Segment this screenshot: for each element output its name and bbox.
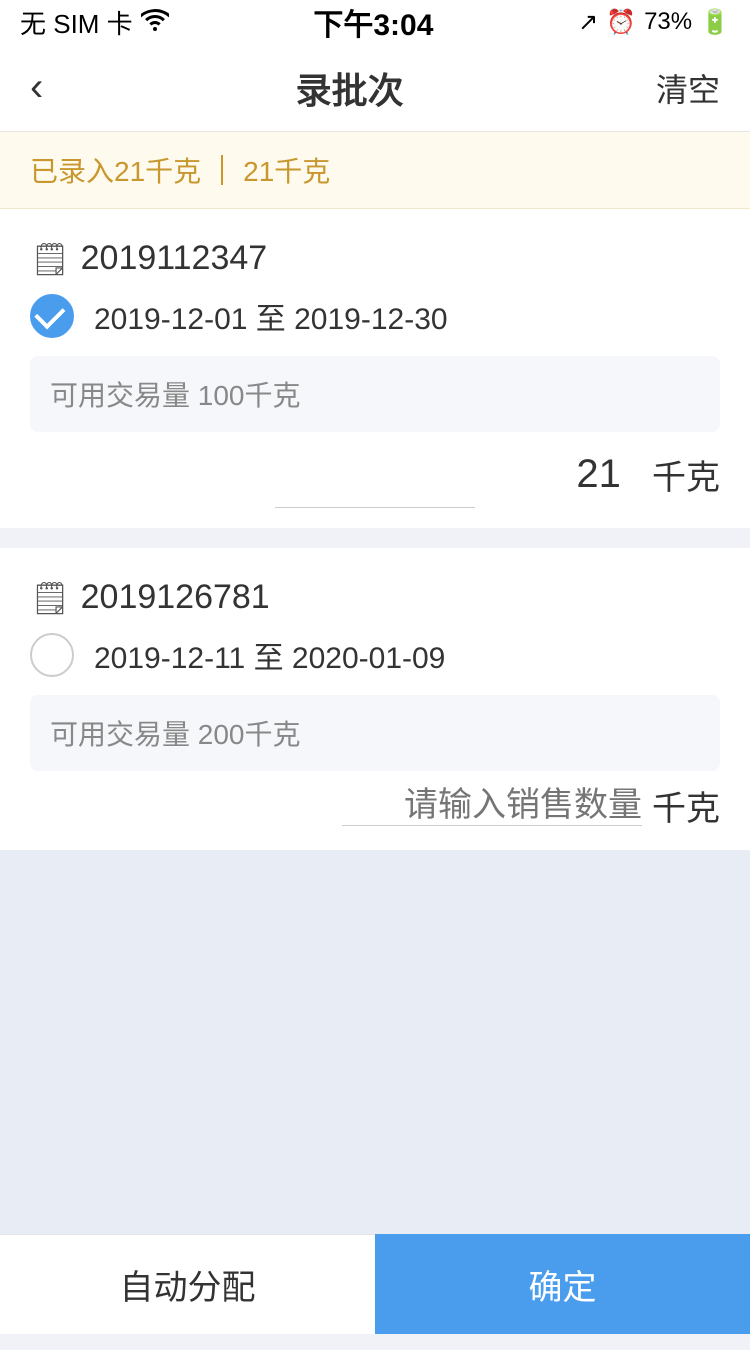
wifi-icon bbox=[141, 7, 169, 38]
alarm-icon: ⏰ bbox=[606, 8, 636, 37]
batch-1-unit: 千克 bbox=[652, 450, 720, 499]
batch-1-separator bbox=[275, 507, 475, 508]
clear-button[interactable]: 清空 bbox=[656, 65, 720, 111]
batch-1-amount-spacer bbox=[631, 452, 642, 497]
empty-area bbox=[0, 850, 750, 1250]
batch-2-id: 2019126781 bbox=[81, 578, 270, 617]
recorded-label: 已录入21千克 bbox=[30, 150, 201, 190]
nav-bar: ‹ 录批次 清空 bbox=[0, 44, 750, 132]
status-bar: 无 SIM 卡 下午3:04 ↗ ⏰ 73% 🔋 bbox=[0, 0, 750, 44]
batch-2-icon: 🗒 bbox=[30, 579, 71, 617]
batch-item-1: 🗒 2019112347 2019-12-01 至 2019-12-30 可用交… bbox=[0, 209, 750, 528]
bottom-bar: 自动分配 确定 bbox=[0, 1234, 750, 1334]
status-right: ↗ ⏰ 73% 🔋 bbox=[578, 8, 730, 37]
batch-1-date: 2019-12-01 至 2019-12-30 bbox=[94, 294, 448, 338]
batch-1-amount-row: 21 千克 bbox=[0, 432, 750, 499]
batch-1-id-row: 🗒 2019112347 bbox=[30, 239, 720, 278]
batch-item-2: 🗒 2019126781 2019-12-11 至 2020-01-09 可用交… bbox=[0, 548, 750, 850]
auto-distribute-button[interactable]: 自动分配 bbox=[0, 1234, 375, 1334]
battery-text: 73% bbox=[644, 8, 692, 36]
carrier-text: 无 SIM 卡 bbox=[20, 4, 133, 41]
batch-2-header-section: 🗒 2019126781 2019-12-11 至 2020-01-09 可用交… bbox=[0, 548, 750, 771]
batch-2-unit: 千克 bbox=[652, 781, 720, 830]
batch-2-checkbox[interactable] bbox=[30, 633, 74, 677]
location-icon: ↗ bbox=[578, 8, 598, 37]
section-gap bbox=[0, 528, 750, 548]
battery-icon: 🔋 bbox=[700, 8, 730, 37]
batch-1-date-row[interactable]: 2019-12-01 至 2019-12-30 bbox=[30, 294, 720, 338]
batch-2-date-row[interactable]: 2019-12-11 至 2020-01-09 bbox=[30, 633, 720, 677]
page-title: 录批次 bbox=[296, 62, 404, 114]
batch-1-header-section: 🗒 2019112347 2019-12-01 至 2019-12-30 可用交… bbox=[0, 209, 750, 432]
batch-1-amount-value: 21 bbox=[576, 452, 621, 497]
batch-2-date: 2019-12-11 至 2020-01-09 bbox=[94, 633, 445, 677]
batch-2-quantity-input[interactable] bbox=[342, 786, 642, 826]
status-time: 下午3:04 bbox=[313, 0, 433, 44]
batch-2-id-row: 🗒 2019126781 bbox=[30, 578, 720, 617]
batch-1-checkbox[interactable] bbox=[30, 294, 74, 338]
batch-2-amount-row: 千克 bbox=[0, 771, 750, 850]
back-button[interactable]: ‹ bbox=[30, 65, 43, 110]
batch-2-availability: 可用交易量 200千克 bbox=[30, 695, 720, 771]
summary-amount: 21千克 bbox=[243, 150, 330, 190]
confirm-button[interactable]: 确定 bbox=[375, 1234, 750, 1334]
batch-1-id: 2019112347 bbox=[81, 239, 268, 278]
status-left: 无 SIM 卡 bbox=[20, 4, 169, 41]
summary-divider bbox=[221, 155, 223, 185]
batch-1-availability: 可用交易量 100千克 bbox=[30, 356, 720, 432]
content-area: 🗒 2019112347 2019-12-01 至 2019-12-30 可用交… bbox=[0, 209, 750, 1350]
summary-bar: 已录入21千克 21千克 bbox=[0, 132, 750, 209]
batch-1-icon: 🗒 bbox=[30, 240, 71, 278]
